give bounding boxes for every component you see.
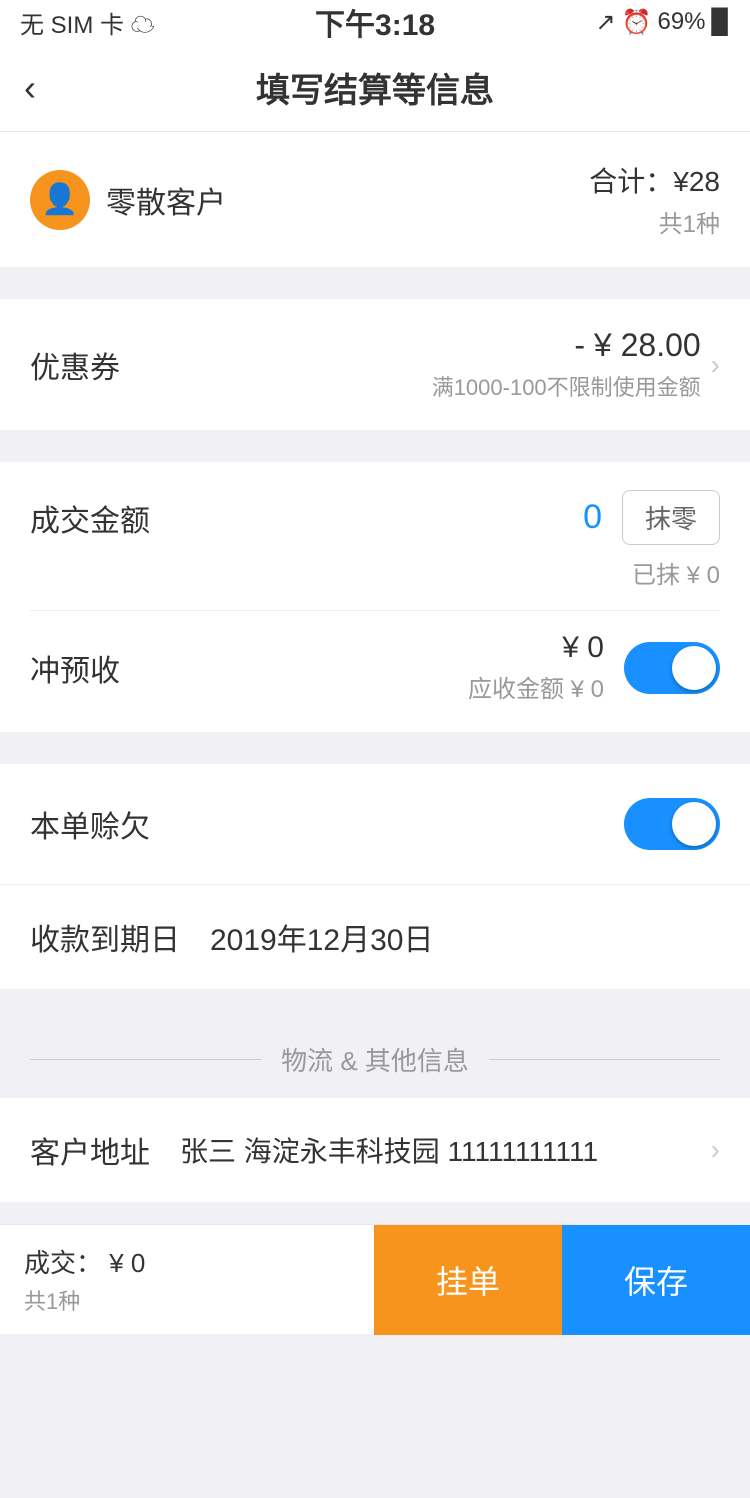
address-section[interactable]: 客户地址 张三 海淀永丰科技园 11111111111 › [0,1098,750,1202]
prereceive-value: ¥ 0 [468,631,604,665]
location-icon: ↗ [595,8,615,37]
bottom-deal: 成交： ¥ 0 [24,1243,350,1280]
status-right: ↗ ⏰ 69% ▉ [595,8,730,37]
battery-text: 69% [657,8,705,36]
due-date-value: 2019年12月30日 [210,915,433,959]
address-label: 客户地址 [30,1128,150,1172]
prereceive-right: ¥ 0 应收金额 ¥ 0 [468,631,720,704]
due-date-label: 收款到期日 [30,915,180,959]
coupon-amount: - ¥ 28.00 [432,327,701,364]
coupon-row[interactable]: 优惠券 - ¥ 28.00 满1000-100不限制使用金额 › [0,299,750,430]
coupon-info: - ¥ 28.00 满1000-100不限制使用金额 [432,327,701,402]
gray-separator-1 [0,283,750,299]
customer-section: 👤 零散客户 合计：¥28 共1种 [0,132,750,267]
avatar: 👤 [30,170,90,230]
back-button[interactable]: ‹ [24,67,36,109]
avatar-icon: 👤 [41,182,78,217]
address-chevron-icon: › [711,1134,720,1166]
bottom-count: 共1种 [24,1284,350,1316]
logistics-text: 物流 & 其他信息 [261,1041,489,1078]
chevron-right-icon: › [711,349,720,381]
prereceive-toggle[interactable] [624,642,720,694]
customer-right: 合计：¥28 共1种 [589,160,720,239]
customer-count: 共1种 [589,204,720,239]
save-button[interactable]: 保存 [562,1225,750,1335]
customer-total: 合计：¥28 [589,160,720,200]
logistics-header: 物流 & 其他信息 [0,1021,750,1098]
customer-name: 零散客户 [106,178,226,222]
prereceive-label: 冲预收 [30,646,120,690]
coupon-right-area: - ¥ 28.00 满1000-100不限制使用金额 › [432,327,720,402]
address-value: 张三 海淀永丰科技园 11111111111 [180,1130,701,1170]
customer-left: 👤 零散客户 [30,170,226,230]
battery-icon: ▉ [712,8,730,37]
address-row[interactable]: 客户地址 张三 海淀永丰科技园 11111111111 › [0,1098,750,1202]
bottom-bar: 成交： ¥ 0 共1种 挂单 保存 [0,1224,750,1334]
customer-row: 👤 零散客户 合计：¥28 共1种 [0,132,750,267]
transaction-value: 0 [583,498,602,537]
transaction-label: 成交金额 [30,496,150,540]
deal-label: 成交： [24,1248,102,1278]
bottom-info: 成交： ¥ 0 共1种 [0,1243,374,1316]
deal-value: ¥ 0 [109,1248,145,1278]
status-left: 无 SIM 卡 ☁ [20,5,155,40]
debt-toggle[interactable] [624,798,720,850]
nav-bar: ‹ 填写结算等信息 [0,44,750,132]
due-date-row: 收款到期日 2019年12月30日 [0,884,750,989]
status-bar: 无 SIM 卡 ☁ 下午3:18 ↗ ⏰ 69% ▉ [0,0,750,44]
coupon-desc: 满1000-100不限制使用金额 [432,370,701,402]
transaction-row: 成交金额 0 抹零 [0,462,750,555]
debt-label: 本单赊欠 [30,802,150,846]
gray-separator-2 [0,446,750,462]
transaction-right: 0 抹零 [583,490,720,545]
transaction-sub: 已抹 ¥ 0 [0,555,750,610]
prereceive-amounts: ¥ 0 应收金额 ¥ 0 [468,631,604,704]
prereceive-sub: 应收金额 ¥ 0 [468,669,604,704]
status-time: 下午3:18 [315,0,435,44]
gray-separator-4 [0,1005,750,1021]
coupon-label: 优惠券 [30,343,120,387]
transaction-section: 成交金额 0 抹零 已抹 ¥ 0 冲预收 ¥ 0 应收金额 ¥ 0 [0,462,750,732]
logistics-line-right [489,1059,720,1060]
alarm-icon: ⏰ [622,8,652,37]
debt-section: 本单赊欠 收款到期日 2019年12月30日 [0,764,750,989]
round-button[interactable]: 抹零 [622,490,720,545]
prereceive-row: 冲预收 ¥ 0 应收金额 ¥ 0 [0,611,750,732]
debt-row: 本单赊欠 [0,764,750,884]
page-title: 填写结算等信息 [256,63,494,112]
sim-status: 无 SIM 卡 ☁ [20,5,155,40]
gray-separator-3 [0,748,750,764]
coupon-section[interactable]: 优惠券 - ¥ 28.00 满1000-100不限制使用金额 › [0,299,750,430]
logistics-line-left [30,1059,261,1060]
hold-button[interactable]: 挂单 [374,1225,562,1335]
